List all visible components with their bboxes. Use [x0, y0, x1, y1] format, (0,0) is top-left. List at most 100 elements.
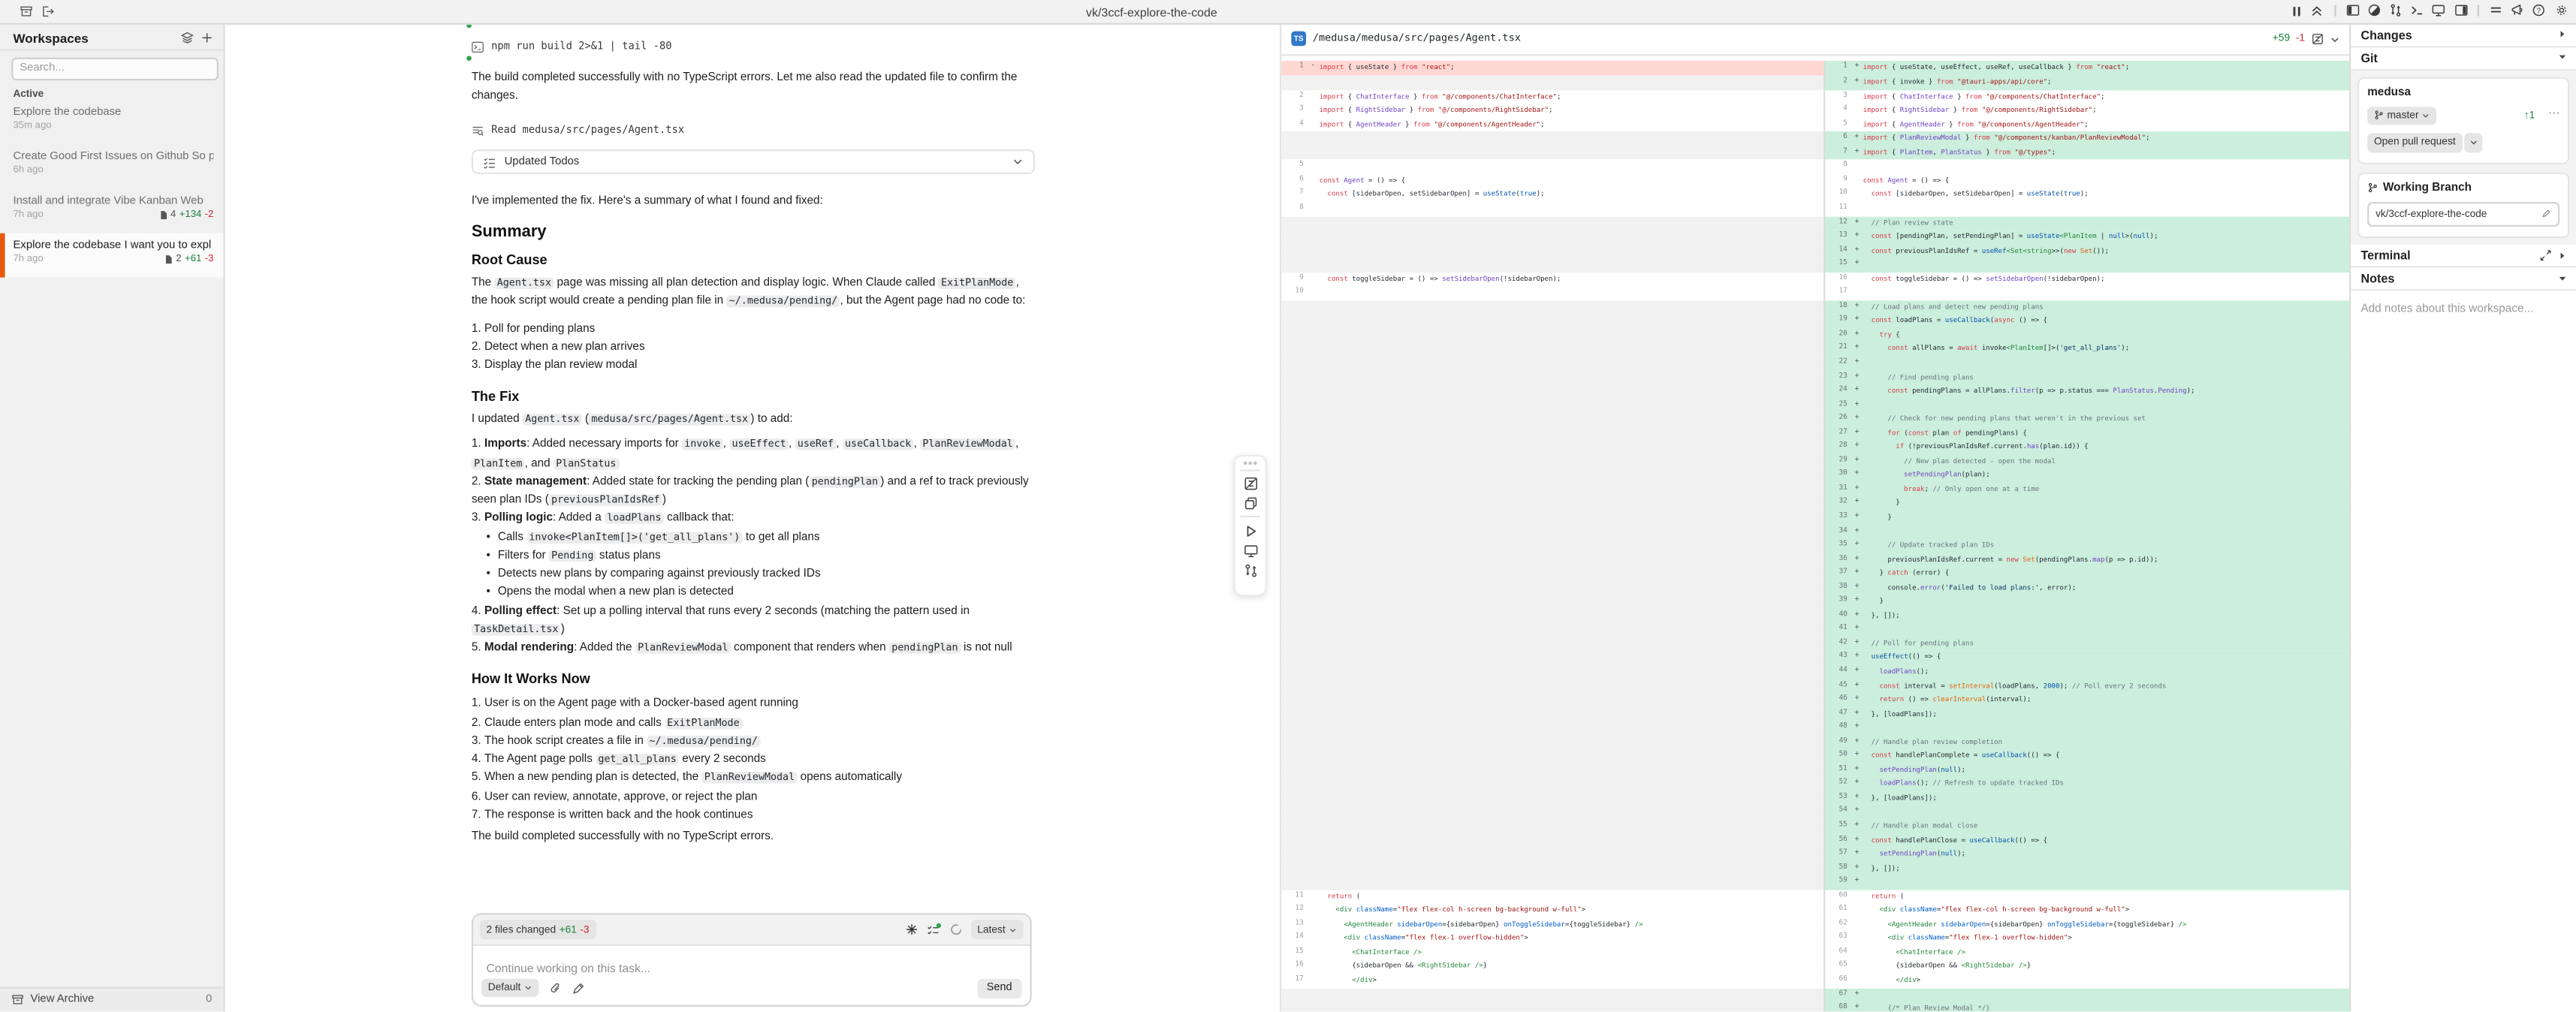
diff-gap — [1281, 693, 1823, 707]
help-icon[interactable]: ? — [2532, 4, 2547, 18]
files-changed-chip[interactable]: 2 files changed +61 -3 — [480, 920, 596, 939]
spark-icon[interactable] — [905, 923, 918, 937]
changes-section-header[interactable]: Changes — [2351, 24, 2576, 47]
copy-icon[interactable] — [1243, 496, 1258, 511]
git-compare-icon[interactable] — [1243, 563, 1258, 578]
drag-handle[interactable] — [1244, 462, 1256, 464]
diff-gap — [1281, 609, 1823, 623]
workspace-item-1[interactable]: Create Good First Issues on Github So p … — [0, 144, 224, 188]
tool-call-row[interactable]: Read medusa/src/pages/Agent.tsx — [472, 124, 1035, 137]
diff-line-new: 37+ } catch (error) { — [1823, 567, 2349, 581]
diff-row: 13 <AgentHeader sidebarOpen={sidebarOpen… — [1281, 917, 2349, 932]
diff-gap — [1281, 665, 1823, 679]
working-branch-input[interactable]: vk/3ccf-explore-the-code — [2367, 201, 2559, 227]
heading: Root Cause — [472, 251, 1035, 267]
notes-section-header[interactable]: Notes — [2351, 268, 2576, 291]
diff-line-new: 54+ — [1823, 806, 2349, 820]
diff-row: 53+ }, [loadPlans]); — [1281, 791, 2349, 806]
add-workspace-icon[interactable] — [201, 31, 214, 44]
todo-list-icon[interactable] — [926, 922, 941, 937]
monitor-icon[interactable] — [2432, 4, 2446, 18]
diff-row: 67+ — [1281, 988, 2349, 1002]
message-input[interactable]: Continue working on this task... — [487, 961, 651, 976]
diff-deletions: -1 — [2296, 34, 2305, 45]
workspace-search-input[interactable]: Search... — [11, 57, 219, 80]
diff-line-new: 4import { RightSidebar } from "@/compone… — [1823, 104, 2349, 118]
list-item: Filters for Pending status plans — [472, 547, 1035, 565]
notes-input[interactable]: Add notes about this workspace... — [2351, 291, 2576, 328]
diff-line-new: 22+ — [1823, 357, 2349, 371]
diff-gap — [1281, 454, 1823, 468]
titlebar-right-icons: ? — [2290, 4, 2568, 18]
diff-file-header[interactable]: TS /medusa/medusa/src/pages/Agent.tsx +5… — [1281, 24, 2349, 56]
branch-dropdown[interactable]: master — [2367, 106, 2436, 124]
terminal-icon[interactable] — [2411, 4, 2425, 18]
workspace-list: Explore the codebase 35m ago Create Good… — [0, 100, 224, 277]
inline-code: PlanItem — [472, 458, 525, 469]
diff-line-old: 17 </div> — [1281, 974, 1823, 988]
agent-chat-panel[interactable]: npm run build 2>&1 | tail -80The build c… — [225, 24, 1282, 1012]
diff-line-new: 20+ try { — [1823, 328, 2349, 342]
diff-row: 56+ const handlePlanClose = useCallback(… — [1281, 833, 2349, 848]
list-item: 6.User can review, annotate, approve, or… — [472, 788, 1035, 806]
diff-whitespace-icon[interactable] — [1243, 476, 1258, 491]
collapse-up-icon[interactable] — [2310, 4, 2324, 18]
workspace-item-2[interactable]: Install and integrate Vibe Kanban Web 7h… — [0, 188, 224, 233]
floating-toolbar — [1234, 455, 1267, 596]
diff-row: 11 return (60 return ( — [1281, 890, 2349, 904]
diff-line-new: 48+ — [1823, 721, 2349, 736]
workspace-item-0[interactable]: Explore the codebase 35m ago — [0, 100, 224, 144]
monitor-icon[interactable] — [1243, 543, 1258, 558]
collapse-file-icon[interactable] — [2329, 34, 2339, 44]
active-section-label: Active — [14, 88, 44, 99]
updated-todos-collapsible[interactable]: Updated Todos — [472, 150, 1035, 174]
panel-right-icon[interactable] — [2454, 4, 2468, 18]
typescript-file-icon: TS — [1291, 32, 1306, 47]
diff-additions: +59 — [2273, 34, 2290, 45]
diff-line-old: 5 — [1281, 160, 1823, 174]
model-dropdown[interactable]: Default — [481, 980, 538, 998]
diff-line-new: 59+ — [1823, 875, 2349, 890]
diff-row: 7 const [sidebarOpen, setSidebarOpen] = … — [1281, 188, 2349, 202]
layers-icon[interactable] — [181, 31, 195, 44]
whitespace-toggle-icon[interactable] — [2311, 33, 2323, 45]
diff-gap — [1281, 370, 1823, 384]
menu-icon[interactable] — [2490, 4, 2504, 18]
diff-line-old: 2import { ChatInterface } from "@/compon… — [1281, 89, 1823, 104]
terminal-section-header[interactable]: Terminal — [2351, 245, 2576, 268]
diff-line-old: 14 <div className="flex flex-1 overflow-… — [1281, 932, 1823, 946]
view-archive-button[interactable]: View Archive 0 — [0, 986, 224, 1012]
diff-row: 34+ — [1281, 525, 2349, 539]
settings-icon[interactable] — [2553, 4, 2568, 18]
workspace-item-3[interactable]: Explore the codebase I want you to expl … — [0, 233, 224, 277]
diff-gap — [1281, 539, 1823, 553]
send-button[interactable]: Send — [977, 978, 1022, 998]
tool-call-row[interactable]: npm run build 2>&1 | tail -80 — [472, 41, 1035, 54]
run-icon[interactable] — [1243, 523, 1258, 538]
diff-row: 17 </div>66 </div> — [1281, 974, 2349, 988]
list-block: 1.Poll for pending plans2.Detect when a … — [472, 320, 1035, 375]
pen-icon[interactable] — [572, 982, 585, 995]
diff-line-old: 8 — [1281, 202, 1823, 216]
latest-dropdown[interactable]: Latest — [970, 920, 1023, 939]
contrast-icon[interactable] — [2368, 4, 2382, 18]
pr-options-button[interactable] — [2464, 132, 2483, 152]
running-dot — [466, 56, 472, 62]
git-compare-icon[interactable] — [2389, 4, 2403, 18]
list-item: 5.Modal rendering: Added the PlanReviewM… — [472, 639, 1035, 658]
pause-icon[interactable] — [2290, 5, 2303, 18]
diff-gap — [1281, 707, 1823, 721]
diff-gap — [1281, 412, 1823, 426]
diff-split-view[interactable]: 1-import { useState } from "react";1+imp… — [1281, 58, 2349, 1012]
diff-row: 15+ — [1281, 258, 2349, 273]
diff-row: 27+ for (const plan of pendingPlans) { — [1281, 426, 2349, 441]
diff-row: 2+import { invoke } from "@tauri-apps/ap… — [1281, 76, 2349, 90]
git-section-header[interactable]: Git — [2351, 47, 2576, 71]
repo-menu-icon[interactable]: ⋯ — [2548, 112, 2559, 119]
attach-icon[interactable] — [549, 982, 563, 995]
open-pull-request-button[interactable]: Open pull request — [2367, 132, 2462, 152]
inline-code: pendingPlan — [809, 476, 880, 487]
panel-left-icon[interactable] — [2346, 4, 2360, 18]
megaphone-icon[interactable] — [2511, 4, 2525, 18]
diff-row: 49+ // Handle plan review completion — [1281, 735, 2349, 749]
